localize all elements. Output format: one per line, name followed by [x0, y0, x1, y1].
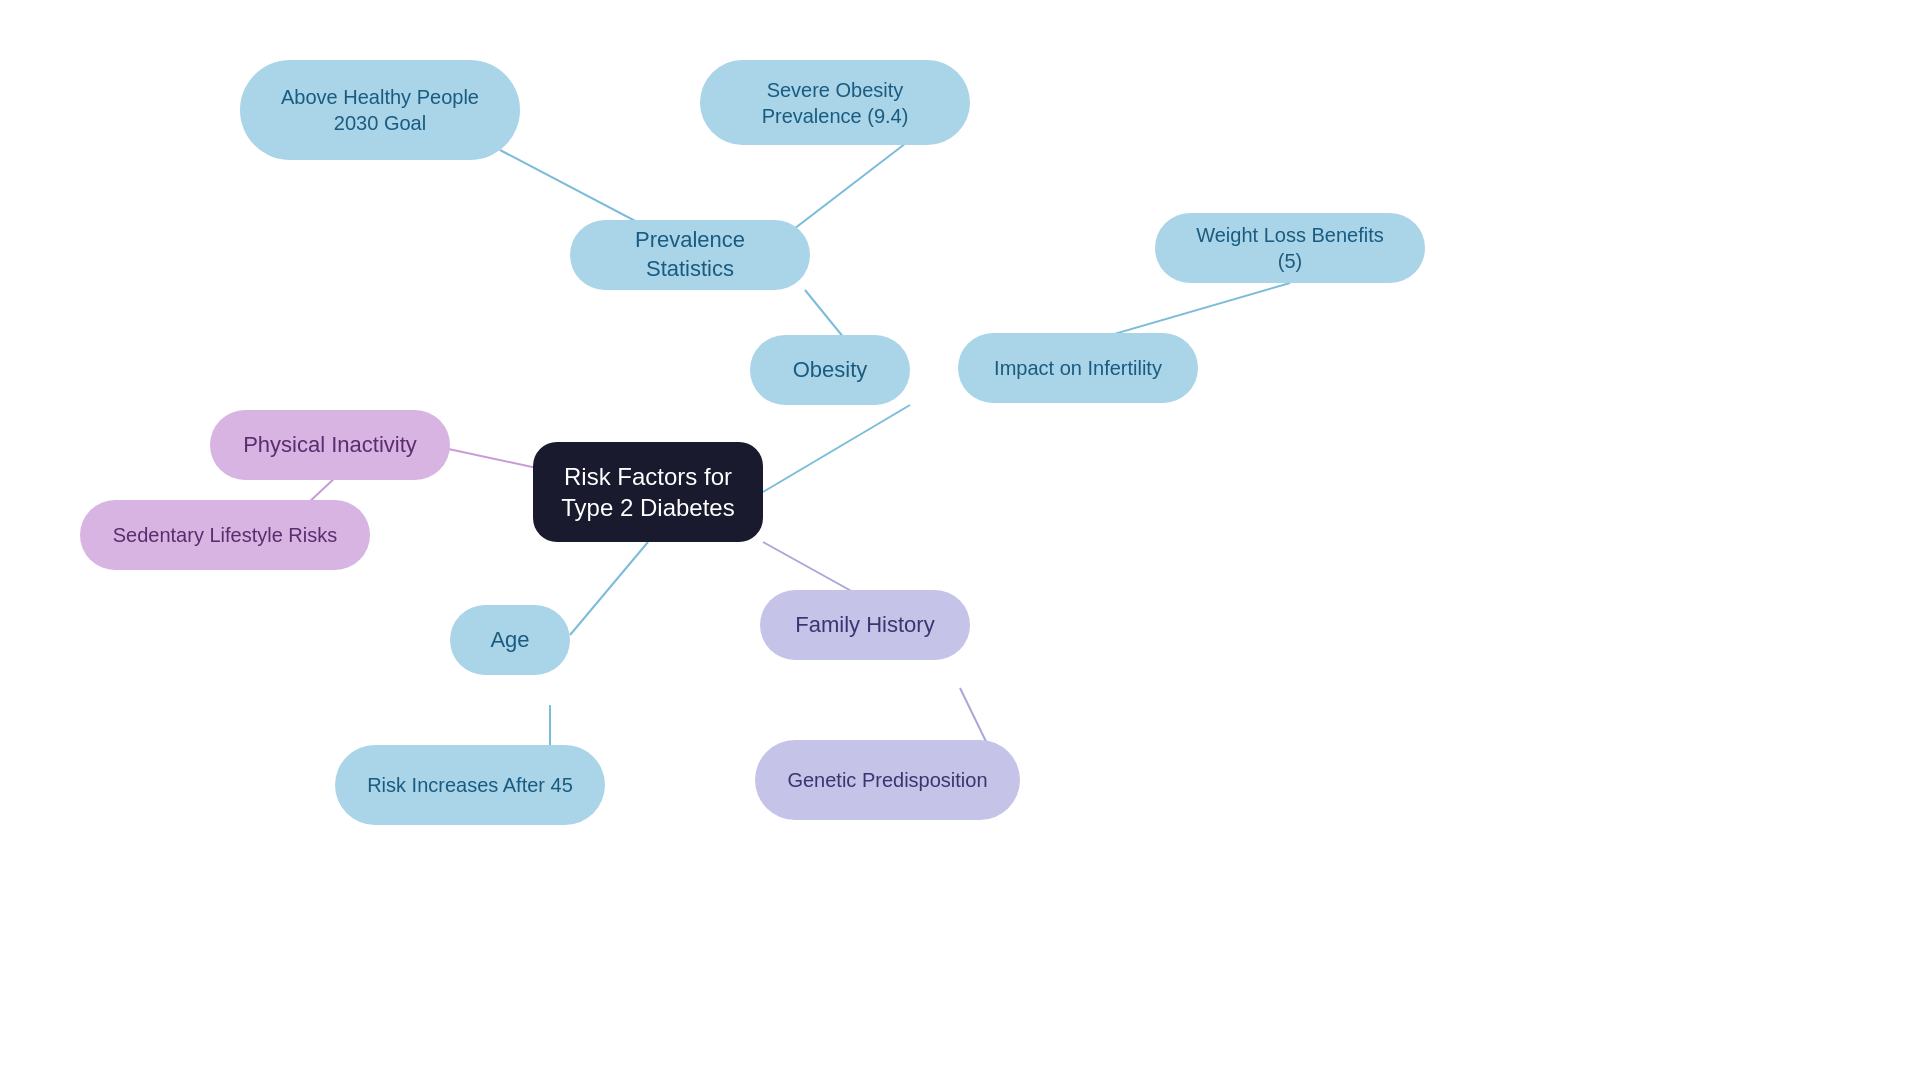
- weight-loss-node: Weight Loss Benefits (5): [1155, 213, 1425, 283]
- prevalence-node: Prevalence Statistics: [570, 220, 810, 290]
- severe-obesity-node: Severe Obesity Prevalence (9.4): [700, 60, 970, 145]
- svg-line-8: [570, 542, 648, 635]
- risk-after-45-node: Risk Increases After 45: [335, 745, 605, 825]
- svg-line-0: [763, 405, 910, 492]
- above-goal-node: Above Healthy People 2030 Goal: [240, 60, 520, 160]
- age-node: Age: [450, 605, 570, 675]
- infertility-node: Impact on Infertility: [958, 333, 1198, 403]
- sedentary-node: Sedentary Lifestyle Risks: [80, 500, 370, 570]
- center-node: Risk Factors for Type 2 Diabetes: [533, 442, 763, 542]
- obesity-node: Obesity: [750, 335, 910, 405]
- genetic-predisposition-node: Genetic Predisposition: [755, 740, 1020, 820]
- physical-inactivity-node: Physical Inactivity: [210, 410, 450, 480]
- family-history-node: Family History: [760, 590, 970, 660]
